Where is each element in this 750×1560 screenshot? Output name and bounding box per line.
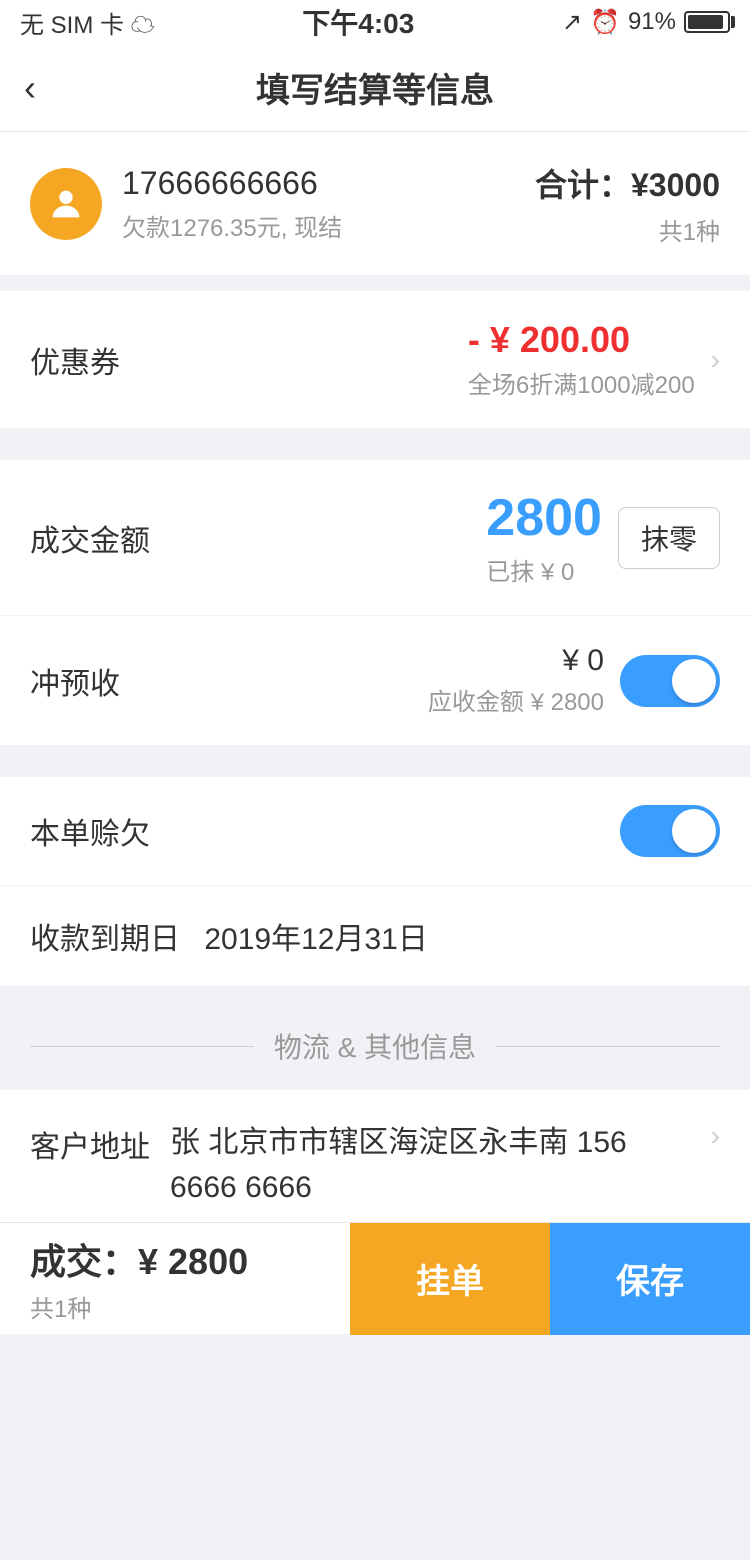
status-bar: 无 SIM 卡 ☁ 下午4:03 ↗ ⏰ 91% — [0, 0, 750, 44]
debt-right — [620, 805, 720, 857]
hold-button[interactable]: 挂单 — [350, 1223, 550, 1335]
coupon-right: - ¥ 200.00 全场6折满1000减200 › — [468, 319, 720, 400]
avatar-icon — [46, 184, 86, 224]
due-date-row: 收款到期日 2019年12月31日 — [0, 886, 750, 986]
customer-card: 17666666666 欠款1276.35元, 现结 合计：¥3000 共1种 — [0, 132, 750, 275]
customer-right: 合计：¥3000 共1种 — [535, 160, 720, 247]
prepay-right: ¥ 0 应收金额 ¥ 2800 — [428, 644, 720, 717]
sim-status: 无 SIM 卡 ☁ — [20, 5, 155, 40]
prepay-amount: ¥ 0 — [428, 644, 604, 678]
bottom-deal: 成交：¥ 2800 — [30, 1233, 320, 1285]
customer-left: 17666666666 欠款1276.35元, 现结 — [30, 165, 342, 243]
debt-row: 本单赊欠 — [0, 777, 750, 886]
due-date-value: 2019年12月31日 — [204, 923, 427, 956]
deal-amount-label: 成交金额 — [30, 516, 150, 560]
coupon-desc: 全场6折满1000减200 — [468, 365, 695, 400]
prepay-label: 冲预收 — [30, 659, 120, 703]
address-chevron-icon: › — [711, 1120, 720, 1152]
battery-percent: 91% — [628, 8, 676, 36]
coupon-section: 优惠券 - ¥ 200.00 全场6折满1000减200 › — [0, 291, 750, 428]
prepay-toggle[interactable] — [620, 655, 720, 707]
logistics-line-right — [496, 1046, 720, 1047]
bottom-deal-label: 成交： — [30, 1241, 138, 1282]
page-title: 填写结算等信息 — [256, 63, 494, 112]
chevron-right-icon: › — [711, 344, 720, 376]
prepay-value-wrap: ¥ 0 应收金额 ¥ 2800 — [428, 644, 604, 717]
bottom-deal-amount: ¥ 2800 — [138, 1241, 248, 1282]
save-button[interactable]: 保存 — [550, 1223, 750, 1335]
status-time: 下午4:03 — [302, 2, 414, 42]
divider-2 — [0, 761, 750, 777]
prepay-row: 冲预收 ¥ 0 应收金额 ¥ 2800 — [0, 616, 750, 745]
logistics-line-left — [30, 1046, 254, 1047]
alarm-icon: ⏰ — [590, 8, 620, 37]
logistics-header: 物流 & 其他信息 — [0, 1002, 750, 1090]
bottom-bar: 成交：¥ 2800 共1种 挂单 保存 — [0, 1222, 750, 1334]
bottom-count: 共1种 — [30, 1289, 320, 1324]
address-value: 张 北京市市辖区海淀区永丰南 156 6666 6666 — [170, 1120, 695, 1210]
divider-1 — [0, 444, 750, 460]
customer-debt: 欠款1276.35元, 现结 — [122, 208, 342, 243]
deal-amount-value-wrap: 2800 已抹 ¥ 0 — [486, 488, 602, 587]
content: 17666666666 欠款1276.35元, 现结 合计：¥3000 共1种 … — [0, 132, 750, 1560]
address-label: 客户地址 — [30, 1120, 150, 1166]
deal-section: 成交金额 2800 已抹 ¥ 0 抹零 冲预收 ¥ 0 应收金额 ¥ 2800 — [0, 460, 750, 745]
coupon-label: 优惠券 — [30, 338, 120, 382]
bottom-info: 成交：¥ 2800 共1种 — [0, 1233, 350, 1324]
deal-amount-value: 2800 — [486, 488, 602, 548]
debt-label: 本单赊欠 — [30, 809, 150, 853]
back-button[interactable]: ‹ — [24, 67, 36, 109]
nav-bar: ‹ 填写结算等信息 — [0, 44, 750, 132]
deal-amount-right: 2800 已抹 ¥ 0 抹零 — [486, 488, 720, 587]
deal-amount-row: 成交金额 2800 已抹 ¥ 0 抹零 — [0, 460, 750, 616]
coupon-row[interactable]: 优惠券 - ¥ 200.00 全场6折满1000减200 › — [0, 291, 750, 428]
battery-icon — [684, 11, 730, 33]
debt-toggle[interactable] — [620, 805, 720, 857]
prepay-sub: 应收金额 ¥ 2800 — [428, 682, 604, 717]
coupon-value: - ¥ 200.00 全场6折满1000减200 — [468, 319, 695, 400]
round-button[interactable]: 抹零 — [618, 507, 720, 569]
location-icon: ↗ — [562, 8, 582, 37]
coupon-amount: - ¥ 200.00 — [468, 319, 695, 361]
avatar — [30, 168, 102, 240]
customer-info: 17666666666 欠款1276.35元, 现结 — [122, 165, 342, 243]
due-date-label: 收款到期日 2019年12月31日 — [30, 914, 428, 958]
deal-amount-sub: 已抹 ¥ 0 — [486, 552, 602, 587]
status-left: 无 SIM 卡 ☁ — [20, 5, 155, 40]
total-amount: 合计：¥3000 — [535, 160, 720, 206]
logistics-text: 物流 & 其他信息 — [274, 1026, 476, 1066]
total-count: 共1种 — [535, 212, 720, 247]
debt-section: 本单赊欠 收款到期日 2019年12月31日 — [0, 777, 750, 986]
customer-phone: 17666666666 — [122, 165, 342, 202]
address-row[interactable]: 客户地址 张 北京市市辖区海淀区永丰南 156 6666 6666 › — [0, 1090, 750, 1240]
status-right: ↗ ⏰ 91% — [562, 8, 730, 37]
